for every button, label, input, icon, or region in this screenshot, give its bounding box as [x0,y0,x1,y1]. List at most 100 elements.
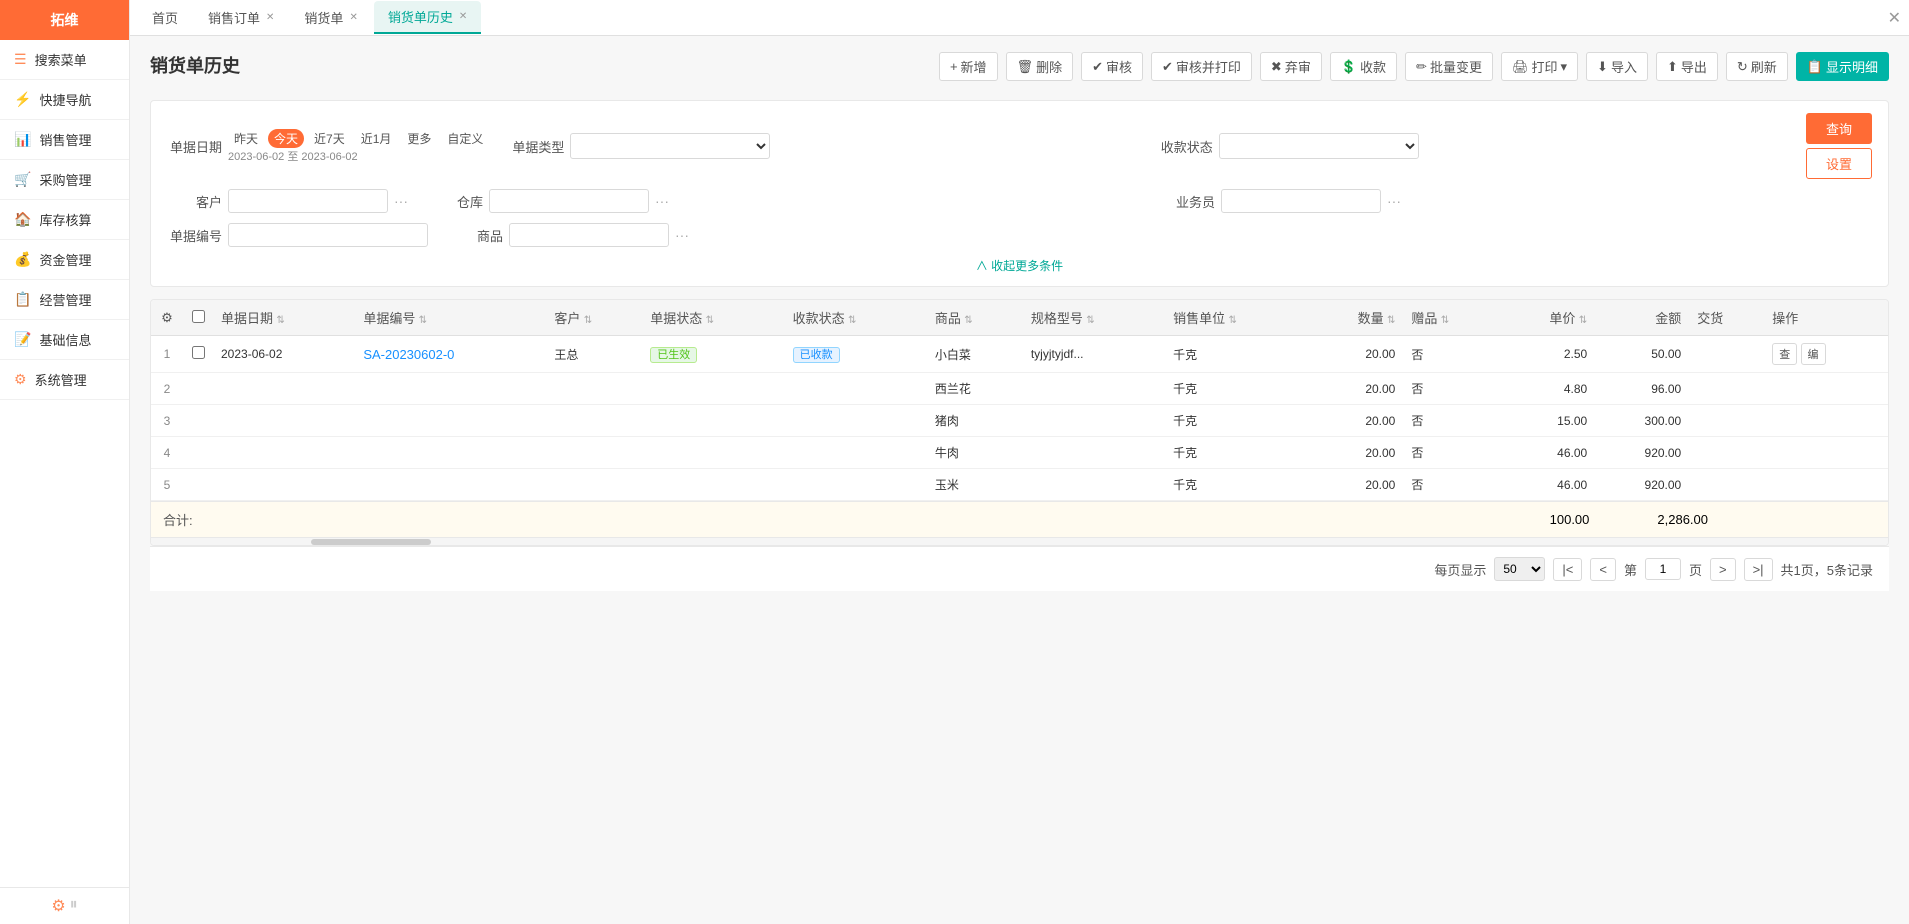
sidebar-item-sales-mgmt[interactable]: 📊 销售管理 [0,120,129,160]
sort-unit-price-icon[interactable]: ⇅ [1579,315,1587,326]
row-spec [1023,437,1165,469]
print-icon: 🖨 [1512,59,1529,75]
filter-row-3: 单据编号 商品 ··· [167,223,1872,247]
close-sales-history-icon[interactable]: ✕ [459,11,467,22]
sidebar-pause-icon[interactable]: ⏸ [70,896,78,916]
page-first-button[interactable]: |< [1553,558,1582,581]
sidebar-item-inventory[interactable]: 🏠 库存核算 [0,200,129,240]
export-button[interactable]: ⬆ 导出 [1656,52,1718,81]
print-button[interactable]: 🖨 打印 ▾ [1501,52,1578,81]
tab-sales-order[interactable]: 销售订单 ✕ [194,2,288,33]
row-doc-status [642,373,784,405]
sidebar-item-label: 采购管理 [39,170,91,189]
per-page-select[interactable]: 50 100 200 [1494,557,1545,581]
add-button[interactable]: + 新增 [939,52,998,81]
sidebar-item-operations[interactable]: 📋 经营管理 [0,280,129,320]
payment-status-label: 收款状态 [1158,137,1213,156]
horizontal-scrollbar[interactable] [151,537,1888,545]
filter-row-1: 单据日期 昨天 今天 近7天 近1月 更多 自定义 2023-06-02 至 2… [167,113,1872,179]
sort-doc-no-icon[interactable]: ⇅ [419,315,427,326]
warehouse-input[interactable] [489,189,649,213]
sidebar-item-search-menu[interactable]: ☰ 搜索菜单 [0,40,129,80]
page-number-input[interactable] [1645,558,1681,580]
import-button[interactable]: ⬇ 导入 [1586,52,1648,81]
date-filter-item: 单据日期 昨天 今天 近7天 近1月 更多 自定义 2023-06-02 至 2… [167,129,489,164]
sidebar-item-finance[interactable]: 💰 资金管理 [0,240,129,280]
goods-picker-icon[interactable]: ··· [675,227,689,243]
collapse-button[interactable]: ∧ 收起更多条件 [976,259,1063,273]
payment-status-select[interactable] [1219,133,1419,159]
abandon-button[interactable]: ✖ 弃审 [1260,52,1322,81]
show-detail-button[interactable]: 📋 显示明细 [1796,52,1889,81]
col-goods-label: 商品 [935,311,961,326]
goods-input[interactable] [509,223,669,247]
warehouse-picker-icon[interactable]: ··· [655,193,669,209]
delete-button[interactable]: 🗑 删除 [1006,52,1074,81]
sort-doc-status-icon[interactable]: ⇅ [706,315,714,326]
row-payment-status [785,437,927,469]
sort-payment-status-icon[interactable]: ⇅ [848,315,856,326]
scrollbar-thumb[interactable] [311,539,431,545]
view-button[interactable]: 查 [1772,343,1797,365]
export-icon: ⬆ [1667,59,1678,75]
tab-sales-goods[interactable]: 销货单 ✕ [290,2,371,33]
sidebar-item-quick-nav[interactable]: ⚡ 快捷导航 [0,80,129,120]
goods-label: 商品 [448,226,503,245]
row-num-cell: 4 [151,437,183,469]
refresh-button[interactable]: ↻ 刷新 [1726,52,1788,81]
customer-picker-icon[interactable]: ··· [394,193,408,209]
audit-print-button[interactable]: ✔ 审核并打印 [1151,52,1252,81]
close-sales-goods-icon[interactable]: ✕ [349,12,357,23]
edit-button[interactable]: 编 [1801,343,1826,365]
salesperson-input[interactable] [1221,189,1381,213]
collect-button[interactable]: 💲 收款 [1330,52,1397,81]
close-sales-order-icon[interactable]: ✕ [266,12,274,23]
row-checkbox[interactable] [192,346,205,359]
row-spec [1023,405,1165,437]
collapse-row: ∧ 收起更多条件 [167,257,1872,274]
date-tag-yesterday[interactable]: 昨天 [228,129,264,148]
date-tag-custom[interactable]: 自定义 [441,129,489,148]
date-tag-more[interactable]: 更多 [401,129,437,148]
batch-change-button[interactable]: ✏ 批量变更 [1405,52,1493,81]
sidebar-item-basic-info[interactable]: 📝 基础信息 [0,320,129,360]
sidebar-settings-icon[interactable]: ⚙ [51,896,65,916]
export-label: 导出 [1681,57,1707,76]
sort-qty-icon[interactable]: ⇅ [1387,315,1395,326]
query-button[interactable]: 查询 [1806,113,1872,144]
date-tag-1month[interactable]: 近1月 [355,129,398,148]
settings-button[interactable]: 设置 [1806,148,1872,179]
sidebar-item-purchase-mgmt[interactable]: 🛒 采购管理 [0,160,129,200]
date-tag-7days[interactable]: 近7天 [308,129,351,148]
table-row: 5 玉米 千克 20.00 否 46.00 920.00 [151,469,1888,501]
salesperson-picker-icon[interactable]: ··· [1387,193,1401,209]
doc-type-select[interactable] [570,133,770,159]
sort-gift-icon[interactable]: ⇅ [1441,315,1449,326]
doc-no-input[interactable] [228,223,428,247]
sort-sales-unit-icon[interactable]: ⇅ [1229,315,1237,326]
doc-no-link[interactable]: SA-20230602-0 [363,347,454,362]
date-tags: 昨天 今天 近7天 近1月 更多 自定义 [228,129,489,148]
doc-type-filter-item: 单据类型 [509,133,1137,159]
gear-icon[interactable]: ⚙ [161,310,173,325]
sort-goods-icon[interactable]: ⇅ [964,315,972,326]
date-tag-today[interactable]: 今天 [268,129,304,148]
sort-spec-icon[interactable]: ⇅ [1086,315,1094,326]
col-gear[interactable]: ⚙ [151,300,183,336]
page-prev-button[interactable]: < [1590,558,1616,581]
page-label2: 页 [1689,560,1702,579]
collect-icon: 💲 [1341,59,1357,75]
page-next-button[interactable]: > [1710,558,1736,581]
tab-sales-history[interactable]: 销货单历史 ✕ [374,1,481,34]
close-all-tabs-button[interactable]: ✕ [1888,8,1901,28]
sort-customer-icon[interactable]: ⇅ [584,315,592,326]
sort-doc-date-icon[interactable]: ⇅ [276,315,284,326]
tab-home[interactable]: 首页 [138,2,192,33]
audit-button[interactable]: ✔ 审核 [1081,52,1143,81]
page-last-button[interactable]: >| [1744,558,1773,581]
sidebar-item-system-mgmt[interactable]: ⚙ 系统管理 [0,360,129,400]
refresh-icon: ↻ [1737,59,1748,75]
select-all-checkbox[interactable] [192,310,205,323]
inventory-icon: 🏠 [14,211,31,228]
customer-input[interactable] [228,189,388,213]
